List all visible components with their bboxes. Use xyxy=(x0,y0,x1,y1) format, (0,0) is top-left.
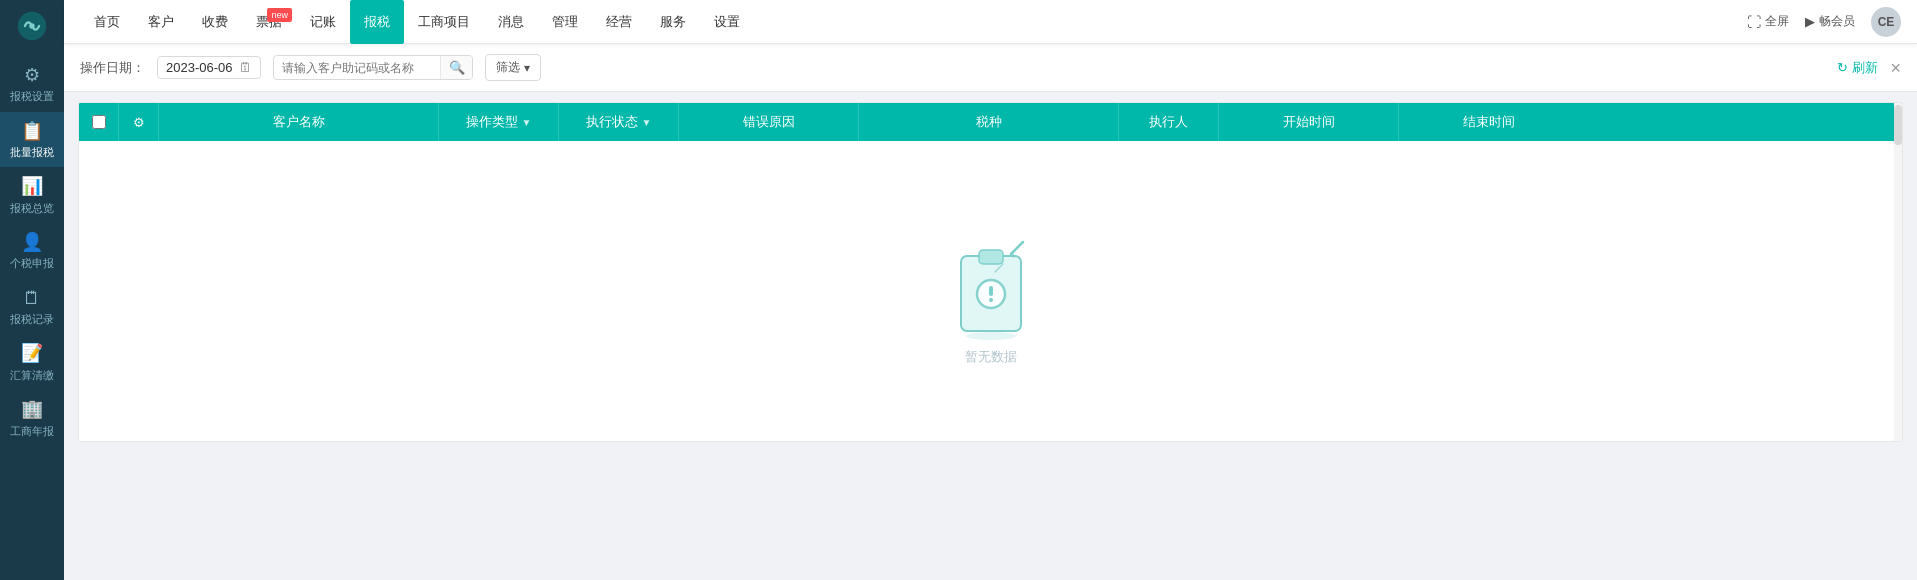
nav-shoufe[interactable]: 收费 xyxy=(188,0,242,44)
th-starttime: 开始时间 xyxy=(1219,103,1399,141)
th-endtime: 结束时间 xyxy=(1399,103,1579,141)
nav-xiaoxi[interactable]: 消息 xyxy=(484,0,538,44)
th-optype[interactable]: 操作类型 ▼ xyxy=(439,103,559,141)
empty-state: 暂无数据 xyxy=(79,141,1902,441)
nav-items: 首页 客户 收费 票据 new 记账 报税 工商项目 消息 xyxy=(80,0,1747,44)
vip-btn[interactable]: ▶ 畅会员 xyxy=(1805,13,1855,30)
select-all-checkbox[interactable] xyxy=(92,115,106,129)
fullscreen-icon: ⛶ xyxy=(1747,14,1761,30)
sort-icon-optype: ▼ xyxy=(522,117,532,128)
sidebar-item-geshuishenbao[interactable]: 👤 个税申报 xyxy=(0,223,64,279)
svg-point-1 xyxy=(29,23,34,28)
fullscreen-btn[interactable]: ⛶ 全屏 xyxy=(1747,13,1789,30)
scrollbar-track[interactable] xyxy=(1894,103,1902,441)
sidebar-item-piliangbaoshui[interactable]: 📋 批量报税 xyxy=(0,112,64,168)
toolbar-right: ↻ 刷新 × xyxy=(1837,59,1901,77)
svg-rect-5 xyxy=(989,286,993,296)
th-execstatus[interactable]: 执行状态 ▼ xyxy=(559,103,679,141)
refresh-icon: ↻ xyxy=(1837,60,1848,75)
sidebar: ⚙ 报税设置 📋 批量报税 📊 报税总览 👤 个税申报 🗒 报税记录 📝 汇算清… xyxy=(0,0,64,580)
close-button[interactable]: × xyxy=(1890,59,1901,77)
svg-rect-3 xyxy=(979,250,1003,264)
huisuanqingsuan-icon: 📝 xyxy=(21,342,43,365)
settings-gear-icon: ⚙ xyxy=(133,115,145,130)
topnav: 首页 客户 收费 票据 new 记账 报税 工商项目 消息 xyxy=(64,0,1917,44)
empty-text: 暂无数据 xyxy=(965,348,1017,366)
nav-jizhang[interactable]: 记账 xyxy=(296,0,350,44)
app-logo[interactable] xyxy=(14,8,50,44)
vip-icon: ▶ xyxy=(1805,14,1815,29)
user-avatar[interactable]: CE xyxy=(1871,7,1901,37)
sidebar-item-baoshuishezhi[interactable]: ⚙ 报税设置 xyxy=(0,56,64,112)
baoshuijilu-icon: 🗒 xyxy=(23,287,41,310)
calendar-icon: 🗓 xyxy=(239,60,252,75)
baoshuizonglan-icon: 📊 xyxy=(21,175,43,198)
geshuishenbao-icon: 👤 xyxy=(21,231,43,254)
nav-jingying[interactable]: 经营 xyxy=(592,0,646,44)
piliangbaoshui-icon: 📋 xyxy=(21,120,43,143)
topnav-right: ⛶ 全屏 ▶ 畅会员 CE xyxy=(1747,7,1901,37)
nav-guanli[interactable]: 管理 xyxy=(538,0,592,44)
gongshangnianbo-icon: 🏢 xyxy=(21,398,43,421)
content: 操作日期： 2023-06-06 🗓 🔍 筛选 ▾ ↻ 刷新 × xyxy=(64,44,1917,580)
date-label: 操作日期： xyxy=(80,59,145,77)
search-button[interactable]: 🔍 xyxy=(440,56,473,79)
empty-illustration xyxy=(941,236,1041,336)
sort-icon-execstatus: ▼ xyxy=(642,117,652,128)
nav-badge-new: new xyxy=(267,8,292,22)
main-area: 首页 客户 收费 票据 new 记账 报税 工商项目 消息 xyxy=(64,0,1917,580)
nav-fuwu[interactable]: 服务 xyxy=(646,0,700,44)
nav-shezhi[interactable]: 设置 xyxy=(700,0,754,44)
filter-chevron-icon: ▾ xyxy=(524,61,530,75)
th-settings[interactable]: ⚙ xyxy=(119,103,159,141)
th-checkbox[interactable] xyxy=(79,103,119,141)
nav-shouye[interactable]: 首页 xyxy=(80,0,134,44)
th-errorreason: 错误原因 xyxy=(679,103,859,141)
baoshuishezhi-icon: ⚙ xyxy=(24,64,40,87)
th-executor: 执行人 xyxy=(1119,103,1219,141)
th-taxtype: 税种 xyxy=(859,103,1119,141)
svg-line-7 xyxy=(1011,242,1023,254)
scrollbar-thumb[interactable] xyxy=(1894,105,1902,145)
svg-point-9 xyxy=(966,332,1016,340)
sidebar-item-baoshuizonglan[interactable]: 📊 报税总览 xyxy=(0,167,64,223)
nav-gongshang[interactable]: 工商项目 xyxy=(404,0,484,44)
search-icon: 🔍 xyxy=(449,60,465,75)
nav-piao[interactable]: 票据 new xyxy=(242,0,296,44)
svg-point-6 xyxy=(989,298,993,302)
th-customer: 客户名称 xyxy=(159,103,439,141)
nav-baoshui[interactable]: 报税 xyxy=(350,0,404,44)
table-container: ⚙ 客户名称 操作类型 ▼ 执行状态 ▼ 错误原因 税种 xyxy=(78,102,1903,442)
filter-button[interactable]: 筛选 ▾ xyxy=(485,54,541,81)
table-header: ⚙ 客户名称 操作类型 ▼ 执行状态 ▼ 错误原因 税种 xyxy=(79,103,1902,141)
sidebar-item-huisuanqingsuan[interactable]: 📝 汇算清缴 xyxy=(0,334,64,390)
toolbar: 操作日期： 2023-06-06 🗓 🔍 筛选 ▾ ↻ 刷新 × xyxy=(64,44,1917,92)
date-picker[interactable]: 2023-06-06 🗓 xyxy=(157,56,261,79)
search-input[interactable] xyxy=(274,57,440,79)
sidebar-item-gongshangnianbo[interactable]: 🏢 工商年报 xyxy=(0,390,64,446)
search-wrap: 🔍 xyxy=(273,55,473,80)
refresh-button[interactable]: ↻ 刷新 xyxy=(1837,59,1878,77)
nav-kehu[interactable]: 客户 xyxy=(134,0,188,44)
sidebar-item-baoshuijilu[interactable]: 🗒 报税记录 xyxy=(0,279,64,335)
